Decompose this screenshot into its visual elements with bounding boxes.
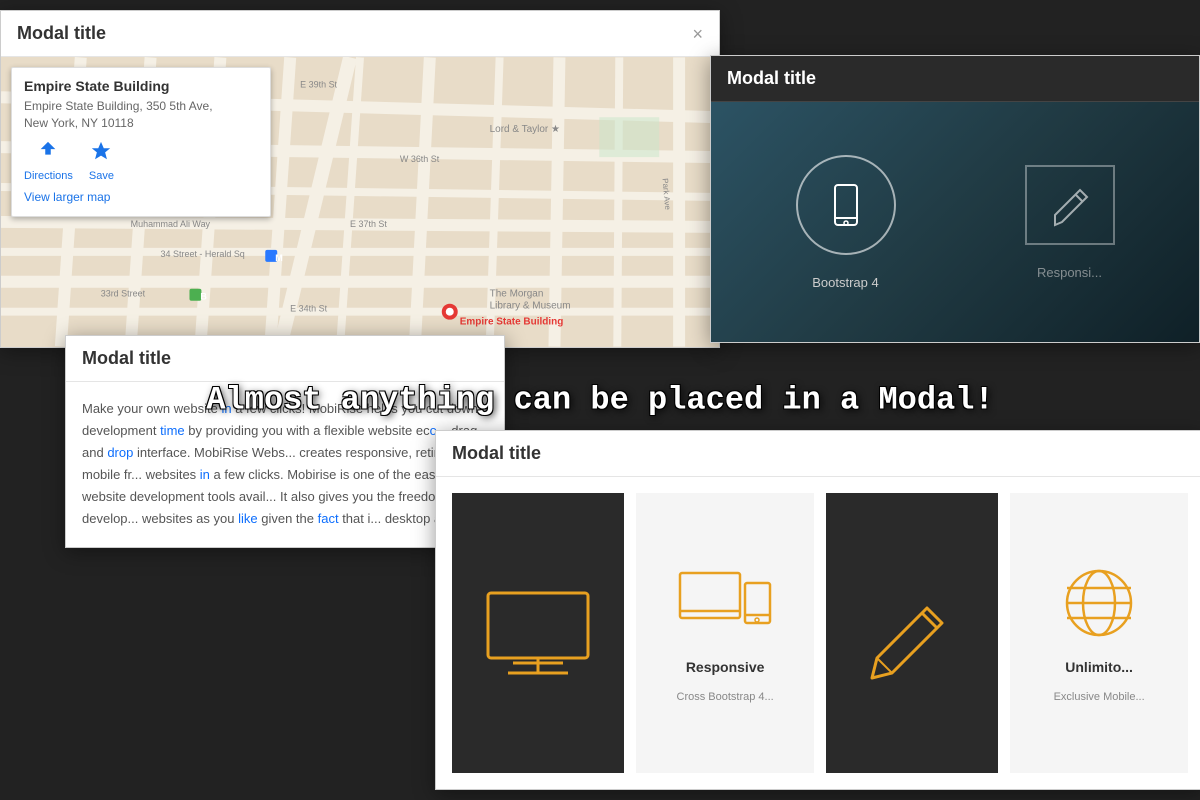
map-actions: Directions Save — [24, 140, 258, 182]
modal-map: Modal title × — [0, 10, 720, 348]
directions-button[interactable]: Directions — [24, 140, 73, 182]
link-fact[interactable]: fact — [318, 511, 339, 526]
dark-modal-image: Bootstrap 4 Responsi... — [711, 102, 1199, 342]
svg-text:E 37th St: E 37th St — [350, 219, 387, 229]
monitor-icon — [478, 583, 598, 683]
card-globe-label: Unlimito... — [1065, 659, 1133, 675]
card-globe: Unlimito... Exclusive Mobile... — [1010, 493, 1188, 773]
link-in[interactable]: in — [221, 401, 231, 416]
modal-map-header: Modal title × — [1, 11, 719, 57]
dark-label-left: Bootstrap 4 — [812, 275, 879, 290]
modal-dark: Modal title Bootstrap 4 Responsi... — [710, 55, 1200, 343]
place-address: Empire State Building, 350 5th Ave,New Y… — [24, 98, 258, 132]
card-globe-sublabel: Exclusive Mobile... — [1054, 691, 1145, 703]
save-button[interactable]: Save — [89, 140, 114, 182]
modal-text-header: Modal title — [66, 336, 504, 382]
save-label: Save — [89, 170, 114, 182]
svg-text:Library & Museum: Library & Museum — [490, 301, 571, 312]
modal-map-close[interactable]: × — [692, 25, 703, 43]
card-responsive-sublabel: Cross Bootstrap 4... — [677, 691, 774, 703]
dark-icon-pencil — [1025, 165, 1115, 245]
modal-dark-header: Modal title — [711, 56, 1199, 102]
link-in2[interactable]: in — [200, 467, 210, 482]
map-info-popup: Empire State Building Empire State Build… — [11, 67, 271, 217]
modal-cards-title: Modal title — [452, 443, 541, 464]
card-responsive: Responsive Cross Bootstrap 4... — [636, 493, 814, 773]
text-body-content: Make your own website in a few clicks! M… — [82, 401, 478, 526]
save-icon — [90, 140, 112, 168]
pencil-icon — [857, 578, 967, 688]
card-pencil — [826, 493, 998, 773]
svg-text:M: M — [275, 253, 282, 263]
dark-icon-phone — [796, 155, 896, 255]
view-larger-map-link[interactable]: View larger map — [24, 190, 110, 204]
link-time[interactable]: time — [160, 423, 185, 438]
svg-text:Lord & Taylor ★: Lord & Taylor ★ — [490, 124, 560, 135]
modal-cards: Modal title Responsive Cross Bootstrap 4… — [435, 430, 1200, 790]
modal-dark-title: Modal title — [727, 68, 816, 89]
svg-text:B: B — [200, 292, 207, 302]
svg-text:W 36th St: W 36th St — [400, 154, 440, 164]
svg-text:The Morgan: The Morgan — [490, 289, 544, 300]
dark-label-right: Responsi... — [1037, 265, 1102, 280]
cards-container: Responsive Cross Bootstrap 4... Unlimito… — [436, 477, 1200, 789]
modal-text-title: Modal title — [82, 348, 171, 369]
svg-text:E 39th St: E 39th St — [300, 79, 337, 89]
directions-icon — [37, 140, 59, 168]
place-name: Empire State Building — [24, 78, 258, 94]
svg-text:Muhammad Ali Way: Muhammad Ali Way — [131, 219, 211, 229]
modal-map-title: Modal title — [17, 23, 106, 44]
link-drop[interactable]: drop — [107, 445, 133, 460]
card-responsive-label: Responsive — [686, 659, 765, 675]
card-monitor — [452, 493, 624, 773]
directions-label: Directions — [24, 170, 73, 182]
svg-text:34 Street - Herald Sq: 34 Street - Herald Sq — [161, 249, 245, 259]
link-like[interactable]: like — [238, 511, 258, 526]
svg-text:E 34th St: E 34th St — [290, 304, 327, 314]
map-container: Lord & Taylor ★ The Morgan Library & Mus… — [1, 57, 719, 347]
modal-cards-header: Modal title — [436, 431, 1200, 477]
svg-text:Empire State Building: Empire State Building — [460, 317, 564, 328]
globe-icon — [1049, 563, 1149, 643]
responsive-icon — [675, 563, 775, 643]
svg-text:33rd Street: 33rd Street — [101, 289, 146, 299]
